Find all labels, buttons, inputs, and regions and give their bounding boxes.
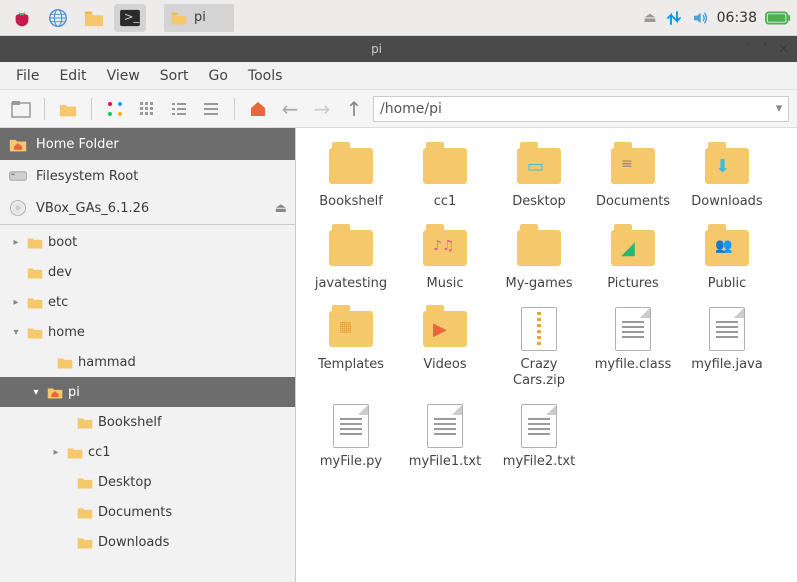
folder-music[interactable]: ♪♫Music [398, 224, 492, 292]
tree-documents[interactable]: Documents [0, 497, 295, 527]
new-tab-button[interactable] [8, 96, 34, 122]
folder-mygames[interactable]: My-games [492, 224, 586, 292]
folder-bookshelf[interactable]: Bookshelf [304, 142, 398, 210]
window-titlebar[interactable]: pi ˅ ˄ ✕ [0, 36, 797, 62]
folder-tree[interactable]: ▸boot dev ▸etc ▾home hammad ▾pi Bookshel… [0, 224, 295, 582]
view-compact-button[interactable] [134, 96, 160, 122]
tree-hammad[interactable]: hammad [0, 347, 295, 377]
menu-edit[interactable]: Edit [51, 64, 94, 88]
main-area: Home Folder Filesystem Root VBox_GAs_6.1… [0, 128, 797, 582]
file-manager-icon[interactable] [78, 4, 110, 32]
clock[interactable]: 06:38 [717, 10, 757, 26]
folder-downloads[interactable]: ⬇Downloads [680, 142, 774, 210]
tree-downloads[interactable]: Downloads [0, 527, 295, 557]
taskbar-window-label: pi [194, 10, 206, 25]
menubar: File Edit View Sort Go Tools [0, 62, 797, 90]
menu-view[interactable]: View [99, 64, 148, 88]
folder-desktop[interactable]: ▭Desktop [492, 142, 586, 210]
network-icon[interactable] [665, 9, 683, 27]
folder-javatesting[interactable]: javatesting [304, 224, 398, 292]
up-button[interactable]: ↑ [341, 96, 367, 122]
raspberry-menu-icon[interactable] [6, 4, 38, 32]
place-vbox-label: VBox_GAs_6.1.26 [36, 201, 149, 216]
home-button[interactable] [245, 96, 271, 122]
svg-text:>_: >_ [124, 9, 140, 23]
eject-media-icon[interactable]: ⏏ [275, 201, 287, 216]
file-myfile2-txt[interactable]: myFile2.txt [492, 402, 586, 470]
separator [91, 98, 92, 120]
sidebar: Home Folder Filesystem Root VBox_GAs_6.1… [0, 128, 296, 582]
close-icon[interactable]: ✕ [778, 42, 789, 57]
tree-cc1[interactable]: ▸cc1 [0, 437, 295, 467]
folder-pictures[interactable]: ◢Pictures [586, 224, 680, 292]
folder-videos[interactable]: ▶Videos [398, 305, 492, 388]
place-home[interactable]: Home Folder [0, 128, 295, 160]
view-icons-button[interactable] [102, 96, 128, 122]
file-myfile-py[interactable]: myFile.py [304, 402, 398, 470]
back-button[interactable]: ← [277, 96, 303, 122]
path-bar[interactable]: ▾ [373, 96, 789, 122]
tree-boot[interactable]: ▸boot [0, 227, 295, 257]
taskbar-window-button[interactable]: pi [164, 4, 234, 32]
tree-etc[interactable]: ▸etc [0, 287, 295, 317]
battery-icon[interactable] [765, 11, 791, 25]
file-myfile1-txt[interactable]: myFile1.txt [398, 402, 492, 470]
tree-bookshelf[interactable]: Bookshelf [0, 407, 295, 437]
menu-go[interactable]: Go [201, 64, 236, 88]
separator [234, 98, 235, 120]
path-input[interactable] [374, 101, 770, 117]
menu-file[interactable]: File [8, 64, 47, 88]
path-dropdown-icon[interactable]: ▾ [770, 101, 788, 116]
tree-home[interactable]: ▾home [0, 317, 295, 347]
separator [44, 98, 45, 120]
file-myfile-java[interactable]: myfile.java [680, 305, 774, 388]
menu-sort[interactable]: Sort [152, 64, 197, 88]
web-browser-icon[interactable] [42, 4, 74, 32]
view-detail-button[interactable] [198, 96, 224, 122]
tree-desktop[interactable]: Desktop [0, 467, 295, 497]
window-title: pi [8, 42, 745, 56]
place-home-label: Home Folder [36, 137, 119, 152]
file-myfile-class[interactable]: myfile.class [586, 305, 680, 388]
tree-dev[interactable]: dev [0, 257, 295, 287]
folder-templates[interactable]: ▦Templates [304, 305, 398, 388]
place-filesystem-label: Filesystem Root [36, 169, 138, 184]
new-folder-button[interactable] [55, 96, 81, 122]
menu-tools[interactable]: Tools [240, 64, 291, 88]
minimize-icon[interactable]: ˅ [745, 42, 752, 57]
folder-public[interactable]: 👥Public [680, 224, 774, 292]
volume-icon[interactable] [691, 9, 709, 27]
toolbar: ← → ↑ ▾ [0, 90, 797, 128]
terminal-icon[interactable]: >_ [114, 4, 146, 32]
folder-cc1[interactable]: cc1 [398, 142, 492, 210]
maximize-icon[interactable]: ˄ [762, 42, 769, 57]
tree-pi[interactable]: ▾pi [0, 377, 295, 407]
icon-grid: Bookshelf cc1 ▭Desktop ≡Documents ⬇Downl… [304, 142, 789, 484]
eject-icon[interactable]: ⏏ [643, 10, 656, 26]
view-list-button[interactable] [166, 96, 192, 122]
folder-documents[interactable]: ≡Documents [586, 142, 680, 210]
place-vbox[interactable]: VBox_GAs_6.1.26 ⏏ [0, 192, 295, 224]
forward-button[interactable]: → [309, 96, 335, 122]
places-panel: Home Folder Filesystem Root VBox_GAs_6.1… [0, 128, 295, 224]
file-view[interactable]: Bookshelf cc1 ▭Desktop ≡Documents ⬇Downl… [296, 128, 797, 582]
file-crazycars-zip[interactable]: Crazy Cars.zip [492, 305, 586, 388]
system-taskbar: >_ pi ⏏ 06:38 [0, 0, 797, 36]
place-filesystem[interactable]: Filesystem Root [0, 160, 295, 192]
